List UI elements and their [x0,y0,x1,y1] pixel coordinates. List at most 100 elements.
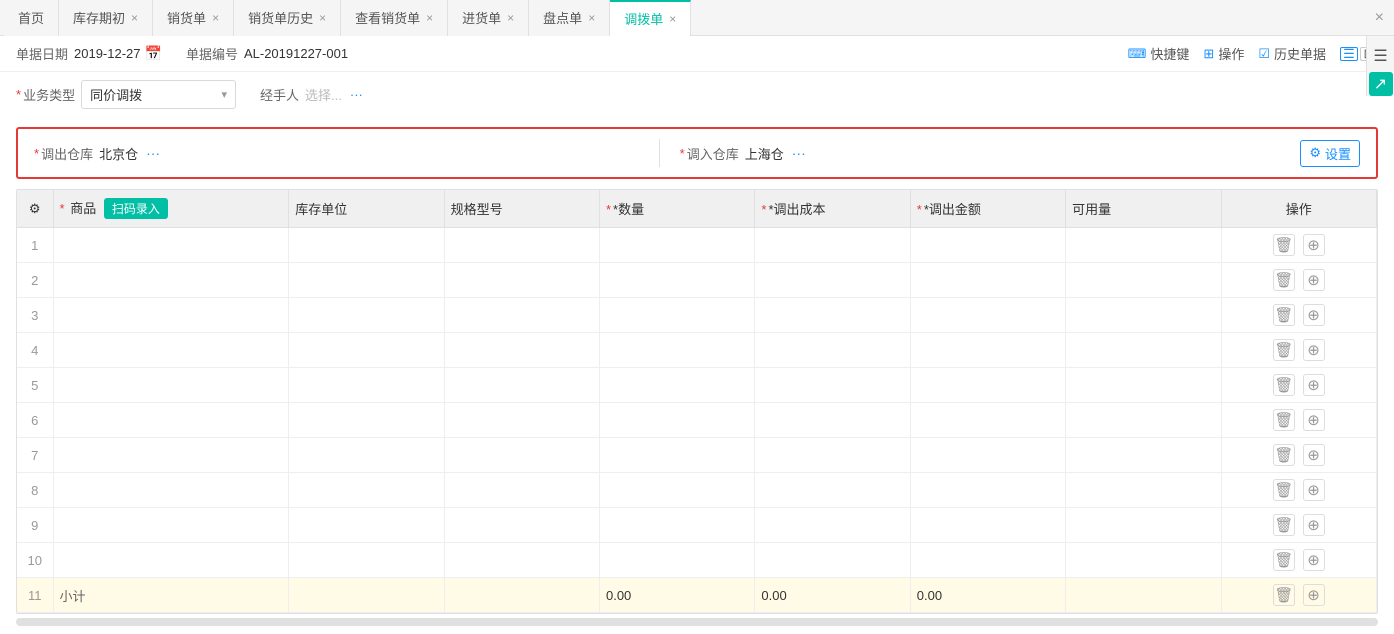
cell-available[interactable] [1066,438,1221,473]
horizontal-scrollbar[interactable] [16,618,1378,626]
cell-product[interactable] [53,333,289,368]
cell-spec[interactable] [444,543,599,578]
cell-cost[interactable] [755,333,910,368]
copy-icon[interactable]: ⊕ [1303,549,1325,571]
cell-cost[interactable] [755,228,910,263]
cell-spec[interactable] [444,473,599,508]
layout-list-icon[interactable]: ☰ [1340,47,1358,61]
cell-qty[interactable] [599,508,754,543]
cell-unit[interactable] [289,508,444,543]
delete-icon[interactable]: 🗑 [1273,234,1295,256]
history-button[interactable]: ☑ 历史单据 [1258,44,1326,63]
copy-icon[interactable]: ⊕ [1303,514,1325,536]
copy-icon[interactable]: ⊕ [1303,444,1325,466]
close-all-button[interactable]: × [1365,9,1394,27]
cell-product[interactable] [53,298,289,333]
tab-inventory-close[interactable]: × [131,11,138,25]
delete-icon[interactable]: 🗑 [1273,479,1295,501]
copy-icon[interactable]: ⊕ [1303,339,1325,361]
cell-unit[interactable] [289,403,444,438]
cell-product[interactable] [53,473,289,508]
cell-spec[interactable] [444,508,599,543]
cell-qty[interactable] [599,473,754,508]
copy-icon[interactable]: ⊕ [1303,409,1325,431]
tab-transfer[interactable]: 调拨单 × [610,0,691,36]
cell-qty[interactable] [599,543,754,578]
delete-icon[interactable]: 🗑 [1273,549,1295,571]
cell-amount[interactable] [910,543,1065,578]
operations-button[interactable]: ⊞ 操作 [1203,44,1244,63]
copy-icon[interactable]: ⊕ [1303,374,1325,396]
cell-available[interactable] [1066,473,1221,508]
delete-icon[interactable]: 🗑 [1273,339,1295,361]
cell-product[interactable] [53,263,289,298]
cell-cost[interactable] [755,438,910,473]
tab-view-sales[interactable]: 查看销货单 × [341,0,448,36]
copy-icon[interactable]: ⊕ [1303,479,1325,501]
sidebar-export-icon[interactable]: ↗ [1369,72,1393,96]
calendar-icon[interactable]: 📅 [145,45,162,62]
cell-qty[interactable] [599,333,754,368]
tab-sales-close[interactable]: × [212,11,219,25]
operator-more-icon[interactable]: ··· [350,87,363,102]
cell-qty[interactable] [599,298,754,333]
tab-transfer-close[interactable]: × [669,12,676,26]
shortcuts-button[interactable]: ⌨ 快捷键 [1128,44,1190,63]
biz-type-select[interactable]: 同价调拨 ▾ [81,80,236,109]
delete-icon[interactable]: 🗑 [1273,514,1295,536]
cell-amount[interactable] [910,403,1065,438]
gear-icon[interactable]: ⚙ [29,201,41,216]
tab-inventory-check[interactable]: 盘点单 × [529,0,610,36]
cell-cost[interactable] [755,508,910,543]
from-warehouse-value[interactable]: 北京仓 [99,144,138,163]
sidebar-list-icon[interactable]: ☰ [1369,44,1393,68]
tab-purchase-close[interactable]: × [507,11,514,25]
cell-spec[interactable] [444,298,599,333]
cell-spec[interactable] [444,263,599,298]
cell-qty[interactable] [599,438,754,473]
cell-qty[interactable] [599,228,754,263]
tab-view-sales-close[interactable]: × [426,11,433,25]
cell-unit[interactable] [289,543,444,578]
delete-icon[interactable]: 🗑 [1273,409,1295,431]
cell-available[interactable] [1066,508,1221,543]
cell-unit[interactable] [289,263,444,298]
cell-unit[interactable] [289,368,444,403]
cell-unit[interactable] [289,228,444,263]
scan-btn[interactable]: 扫码录入 [104,198,168,219]
cell-amount[interactable] [910,368,1065,403]
operator-placeholder[interactable]: 选择... [305,85,342,104]
cell-unit[interactable] [289,438,444,473]
cell-amount[interactable] [910,263,1065,298]
th-gear[interactable]: ⚙ [17,190,53,228]
copy-icon[interactable]: ⊕ [1303,304,1325,326]
cell-amount[interactable] [910,333,1065,368]
cell-product[interactable] [53,403,289,438]
delete-icon[interactable]: 🗑 [1273,444,1295,466]
copy-icon[interactable]: ⊕ [1303,584,1325,606]
cell-cost[interactable] [755,298,910,333]
cell-unit[interactable] [289,473,444,508]
cell-available[interactable] [1066,298,1221,333]
cell-product[interactable] [53,228,289,263]
to-warehouse-more-icon[interactable]: ··· [792,145,806,161]
cell-unit[interactable] [289,298,444,333]
cell-amount[interactable] [910,473,1065,508]
cell-unit[interactable] [289,333,444,368]
cell-spec[interactable] [444,438,599,473]
cell-available[interactable] [1066,403,1221,438]
cell-amount[interactable] [910,438,1065,473]
delete-icon[interactable]: 🗑 [1273,269,1295,291]
settings-button[interactable]: ⚙ 设置 [1300,140,1360,167]
cell-amount[interactable] [910,228,1065,263]
cell-cost[interactable] [755,368,910,403]
cell-spec[interactable] [444,333,599,368]
cell-cost[interactable] [755,543,910,578]
cell-available[interactable] [1066,543,1221,578]
copy-icon[interactable]: ⊕ [1303,269,1325,291]
cell-amount[interactable] [910,508,1065,543]
cell-qty[interactable] [599,263,754,298]
cell-amount[interactable] [910,298,1065,333]
cell-cost[interactable] [755,473,910,508]
delete-icon[interactable]: 🗑 [1273,374,1295,396]
